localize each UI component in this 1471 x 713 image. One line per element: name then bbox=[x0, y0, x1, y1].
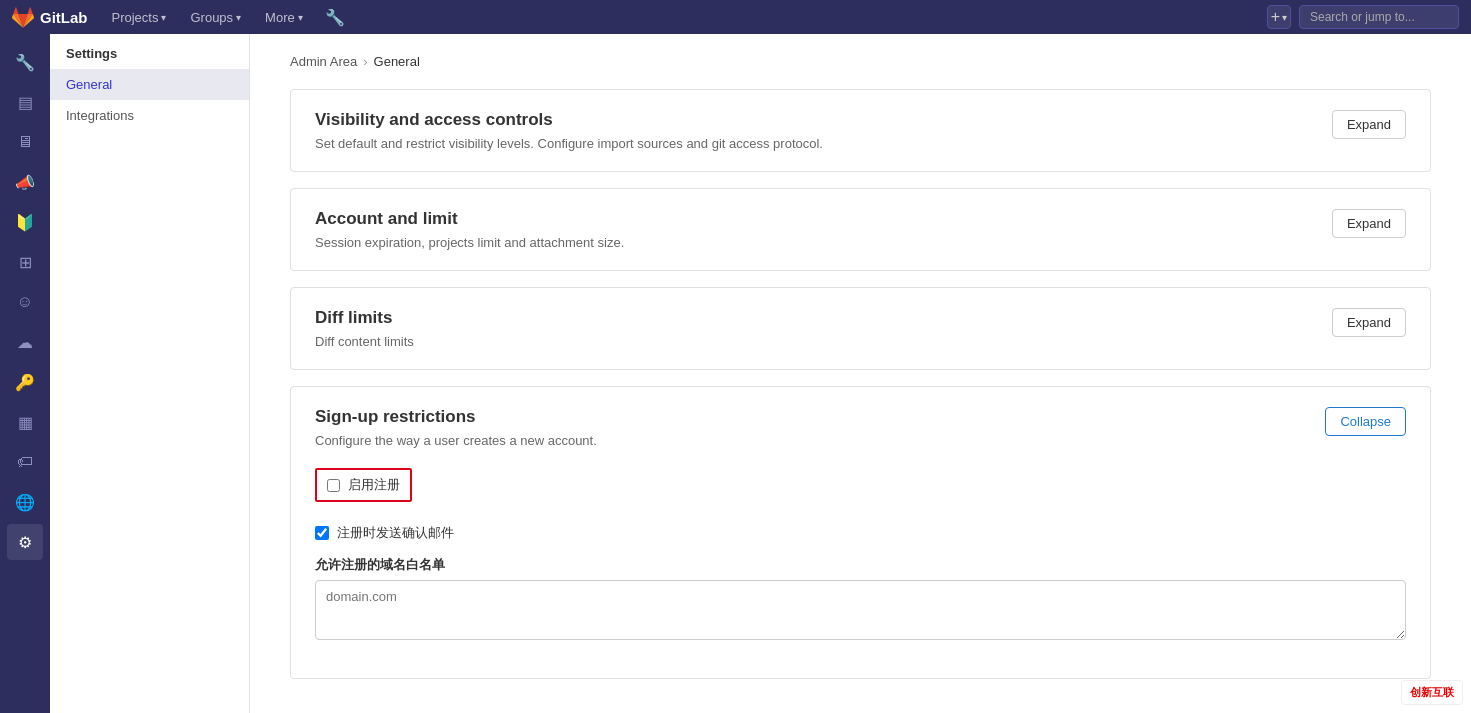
search-bar[interactable]: Search or jump to... bbox=[1299, 5, 1459, 29]
section-visibility-title: Visibility and access controls bbox=[315, 110, 1312, 130]
section-signup-desc: Configure the way a user creates a new a… bbox=[315, 433, 1305, 448]
watermark: 创新互联 bbox=[1401, 680, 1463, 705]
section-signup-title: Sign-up restrictions bbox=[315, 407, 1305, 427]
rail-megaphone-icon[interactable]: 📣 bbox=[7, 164, 43, 200]
send-confirm-email-row[interactable]: 注册时发送确认邮件 bbox=[315, 524, 1406, 542]
rail-gear-icon[interactable]: ⚙ bbox=[7, 524, 43, 560]
rail-wrench-icon[interactable]: 🔧 bbox=[7, 44, 43, 80]
rail-tag-icon[interactable]: 🏷 bbox=[7, 444, 43, 480]
section-diff: Diff limits Diff content limits Expand bbox=[290, 287, 1431, 370]
section-account: Account and limit Session expiration, pr… bbox=[290, 188, 1431, 271]
section-visibility: Visibility and access controls Set defau… bbox=[290, 89, 1431, 172]
new-item-button[interactable]: + ▾ bbox=[1267, 5, 1291, 29]
send-confirm-email-label: 注册时发送确认邮件 bbox=[337, 524, 454, 542]
rail-globe-icon[interactable]: 🌐 bbox=[7, 484, 43, 520]
send-confirm-email-checkbox[interactable] bbox=[315, 526, 329, 540]
nav-projects[interactable]: Projects ▾ bbox=[104, 0, 175, 34]
rail-emoji-icon[interactable]: ☺ bbox=[7, 284, 43, 320]
breadcrumb-separator: › bbox=[363, 54, 367, 69]
groups-chevron-icon: ▾ bbox=[236, 12, 241, 23]
signup-form-body: 启用注册 注册时发送确认邮件 允许注册的域名白名单 bbox=[291, 468, 1430, 678]
enable-signup-checkbox[interactable] bbox=[327, 479, 340, 492]
breadcrumb-parent[interactable]: Admin Area bbox=[290, 54, 357, 69]
visibility-expand-button[interactable]: Expand bbox=[1332, 110, 1406, 139]
section-signup: Sign-up restrictions Configure the way a… bbox=[290, 386, 1431, 679]
breadcrumb: Admin Area › General bbox=[290, 54, 1431, 69]
rail-table-icon[interactable]: ▦ bbox=[7, 404, 43, 440]
diff-expand-button[interactable]: Expand bbox=[1332, 308, 1406, 337]
rail-list-icon[interactable]: ▤ bbox=[7, 84, 43, 120]
section-account-desc: Session expiration, projects limit and a… bbox=[315, 235, 1312, 250]
plus-chevron-icon: ▾ bbox=[1282, 12, 1287, 23]
rail-monitor-icon[interactable]: 🖥 bbox=[7, 124, 43, 160]
gitlab-logo[interactable]: GitLab bbox=[12, 6, 88, 28]
content-area: Admin Area › General Visibility and acce… bbox=[250, 34, 1471, 713]
breadcrumb-current: General bbox=[374, 54, 420, 69]
top-navigation: GitLab Projects ▾ Groups ▾ More ▾ 🔧 + ▾ … bbox=[0, 0, 1471, 34]
enable-signup-row[interactable]: 启用注册 bbox=[315, 468, 412, 502]
sidebar-settings: Settings General Integrations bbox=[50, 34, 250, 713]
rail-cloud-icon[interactable]: ☁ bbox=[7, 324, 43, 360]
nav-groups[interactable]: Groups ▾ bbox=[182, 0, 249, 34]
section-diff-title: Diff limits bbox=[315, 308, 1312, 328]
sidebar-item-general[interactable]: General bbox=[50, 69, 249, 100]
account-expand-button[interactable]: Expand bbox=[1332, 209, 1406, 238]
section-diff-desc: Diff content limits bbox=[315, 334, 1312, 349]
rail-grid-icon[interactable]: ⊞ bbox=[7, 244, 43, 280]
nav-more[interactable]: More ▾ bbox=[257, 0, 311, 34]
section-visibility-desc: Set default and restrict visibility leve… bbox=[315, 136, 1312, 151]
domain-whitelist-label: 允许注册的域名白名单 bbox=[315, 556, 1406, 574]
rail-key-icon[interactable]: 🔑 bbox=[7, 364, 43, 400]
admin-wrench-icon[interactable]: 🔧 bbox=[319, 8, 351, 27]
more-chevron-icon: ▾ bbox=[298, 12, 303, 23]
signup-collapse-button[interactable]: Collapse bbox=[1325, 407, 1406, 436]
logo-text: GitLab bbox=[40, 9, 88, 26]
rail-badge-icon[interactable]: 🔰 bbox=[7, 204, 43, 240]
sidebar-icon-rail: 🔧 ▤ 🖥 📣 🔰 ⊞ ☺ ☁ 🔑 ▦ 🏷 🌐 ⚙ bbox=[0, 34, 50, 713]
sidebar-section-title: Settings bbox=[50, 34, 249, 69]
sidebar-item-integrations[interactable]: Integrations bbox=[50, 100, 249, 131]
enable-signup-label: 启用注册 bbox=[348, 476, 400, 494]
domain-whitelist-textarea[interactable] bbox=[315, 580, 1406, 640]
projects-chevron-icon: ▾ bbox=[161, 12, 166, 23]
section-account-title: Account and limit bbox=[315, 209, 1312, 229]
